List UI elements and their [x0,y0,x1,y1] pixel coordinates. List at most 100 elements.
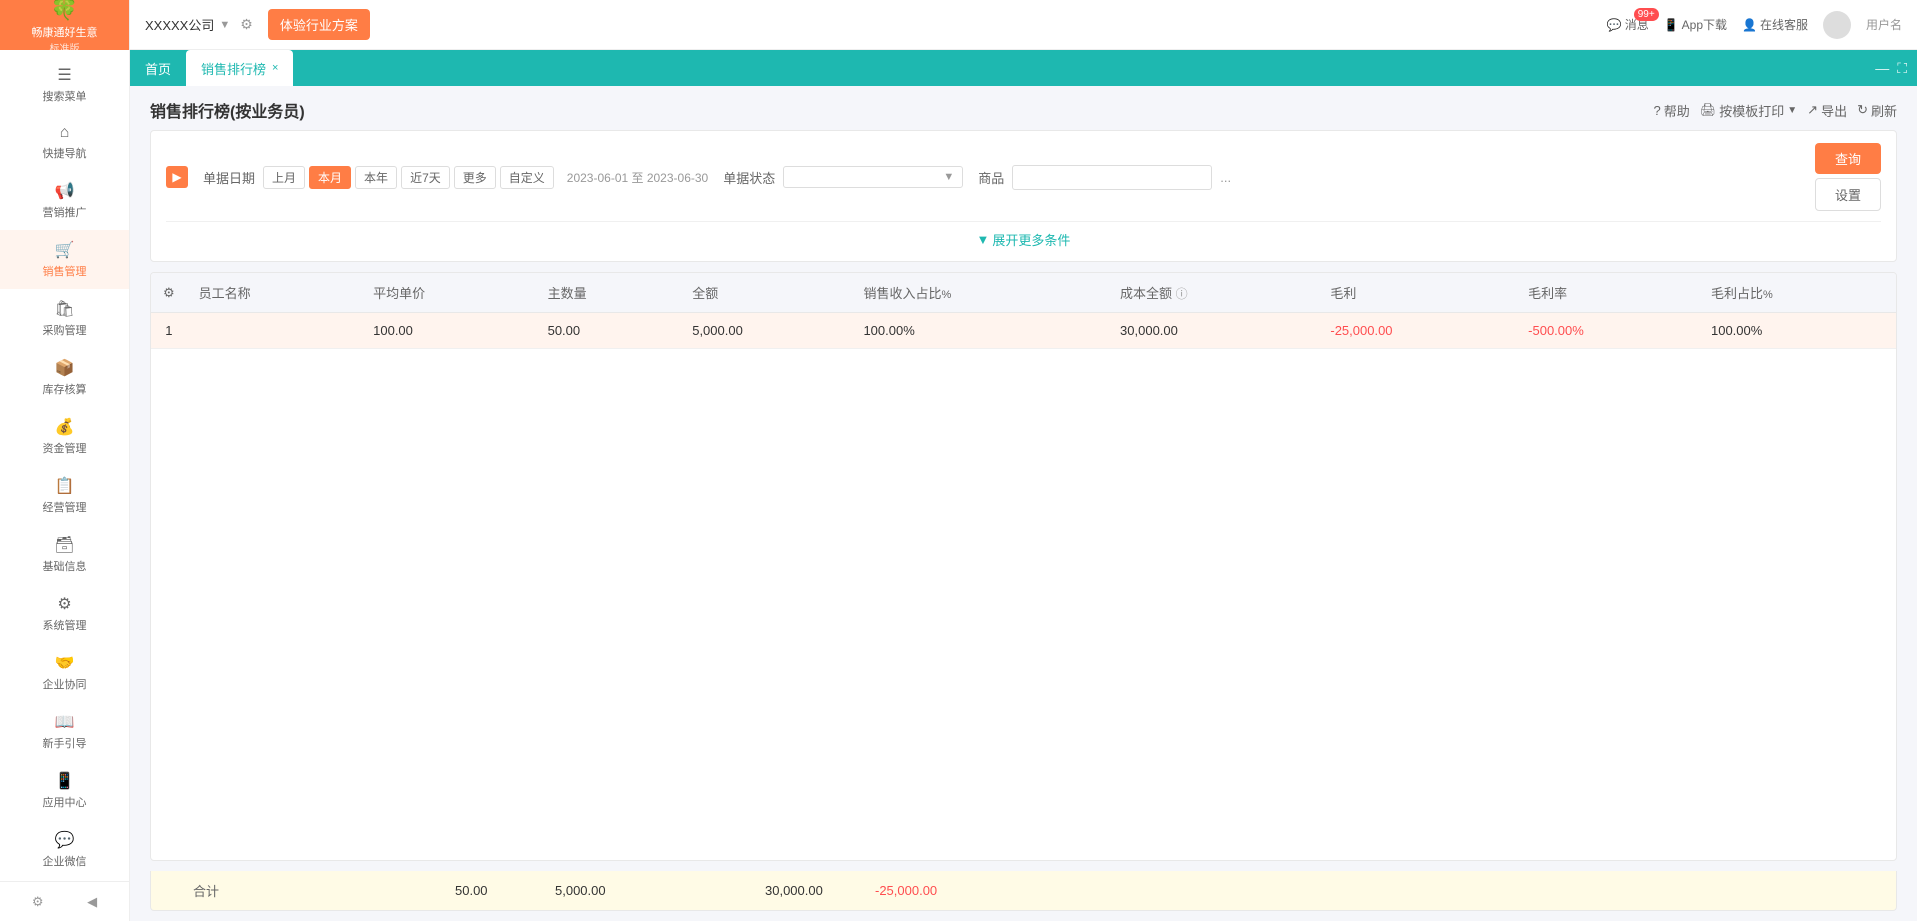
footer-sales-pct [643,883,753,898]
sidebar-item-label: 快捷导航 [43,145,87,161]
sidebar-item-label: 资金管理 [43,440,87,456]
sidebar-item-finance[interactable]: 💰 资金管理 [0,407,129,466]
app-logo: 🍀 畅康通好生意 标准版 [0,0,129,50]
sidebar-item-label: 库存核算 [43,381,87,397]
sidebar-item-search-order[interactable]: ☰ 搜索菜单 [0,55,129,114]
system-icon: ⚙ [57,594,71,614]
goods-input[interactable] [1012,165,1212,190]
footer-values: 50.00 5,000.00 30,000.00 -25,000.00 [323,883,973,898]
td-sales-pct: 100.00% [851,313,1108,349]
sidebar-item-app-center[interactable]: 📱 应用中心 [0,761,129,820]
date-btn-custom[interactable]: 自定义 [500,166,554,189]
td-total-amount: 5,000.00 [680,313,851,349]
online-service-btn[interactable]: 👤 在线客服 [1742,16,1808,33]
app-title: 畅康通好生意 [32,24,98,40]
company-name[interactable]: XXXXX公司 [145,15,214,34]
date-btn-more[interactable]: 更多 [454,166,496,189]
tab-sales-rank[interactable]: 销售排行榜 × [186,50,293,86]
expand-conditions-btn[interactable]: ▼ 展开更多条件 [977,230,1071,249]
date-btn-last-month[interactable]: 上月 [263,166,305,189]
template-print-btn[interactable]: 🖨 按模板打印 ▼ [1700,101,1797,120]
td-emp-name [187,313,361,349]
filter-bar: ▶ 单据日期 上月 本月 本年 近7天 更多 自定义 2023-06-01 至 … [150,130,1897,262]
sidebar-item-label: 营销推广 [43,204,87,220]
export-btn[interactable]: ↗ 导出 [1807,101,1847,120]
main-content: 销售排行榜(按业务员) ? 帮助 🖨 按模板打印 ▼ ↗ 导出 ↻ 刷新 [130,86,1917,921]
sidebar-item-label: 企业微信 [43,853,87,869]
sidebar-nav: ☰ 搜索菜单 ⌂ 快捷导航 📢 营销推广 🛒 销售管理 🛍 采购管理 📦 库存核… [0,50,129,881]
sidebar-item-guide[interactable]: 📖 新手引导 [0,702,129,761]
topbar-right: 💬 消息 99+ 📱 App下载 👤 在线客服 用户名 [1607,11,1902,39]
date-btn-this-year[interactable]: 本年 [355,166,397,189]
sidebar-item-marketing[interactable]: 📢 营销推广 [0,171,129,230]
date-label: 单据日期 [203,168,255,187]
message-btn[interactable]: 💬 消息 99+ [1607,16,1649,33]
doc-status-filter: 单据状态 ▼ [723,166,963,188]
wechat-icon: 💬 [55,830,75,850]
more-fields-btn[interactable]: ... [1220,170,1231,185]
page-title: 销售排行榜(按业务员) [150,98,305,122]
date-btn-7days[interactable]: 近7天 [401,166,450,189]
company-selector[interactable]: XXXXX公司 ▼ [145,15,230,34]
message-icon: 💬 [1607,18,1622,32]
sidebar-item-label: 基础信息 [43,558,87,574]
app-center-icon: 📱 [55,771,75,791]
query-settings-group: 查询 设置 [1815,143,1881,211]
refresh-btn[interactable]: ↻ 刷新 [1857,101,1897,120]
avatar[interactable] [1823,11,1851,39]
sidebar-item-label: 应用中心 [43,794,87,810]
tab-home[interactable]: 首页 [130,50,186,86]
trial-btn[interactable]: 体验行业方案 [268,9,370,40]
refresh-icon: ↻ [1857,102,1868,118]
sidebar-item-enterprise-collab[interactable]: 🤝 企业协同 [0,643,129,702]
sidebar-item-sales[interactable]: 🛒 销售管理 [0,230,129,289]
th-avg-price: 平均单价 [361,273,535,313]
app-download-btn[interactable]: 📱 App下载 [1664,16,1727,33]
topbar: XXXXX公司 ▼ ⚙ 体验行业方案 💬 消息 99+ 📱 App下载 👤 在线… [130,0,1917,50]
sidebar-item-quick-nav[interactable]: ⌂ 快捷导航 [0,114,129,171]
maximize-icon[interactable]: ⛶ [1897,60,1907,77]
th-main-qty: 主数量 [536,273,681,313]
settings-btn[interactable]: 设置 [1815,178,1881,211]
table-header-row: ⚙ 员工名称 平均单价 主数量 全额 销售收入占比% 成本全额 ⓘ 毛利 毛利率… [151,273,1896,313]
td-gross-pct: 100.00% [1699,313,1896,349]
company-dropdown-icon[interactable]: ▼ [219,19,230,31]
th-settings: ⚙ [151,273,187,313]
sidebar-item-wechat[interactable]: 💬 企业微信 [0,820,129,879]
minimize-icon[interactable]: — [1875,60,1889,76]
query-btn[interactable]: 查询 [1815,143,1881,174]
sidebar-item-system[interactable]: ⚙ 系统管理 [0,584,129,643]
sidebar-collapse-icon[interactable]: ◀ [87,894,97,910]
td-gross: -25,000.00 [1318,313,1516,349]
online-service-label: 在线客服 [1760,16,1808,33]
tab-close-icon[interactable]: × [272,62,278,74]
sidebar-settings-icon[interactable]: ⚙ [32,894,44,910]
sidebar-item-label: 系统管理 [43,617,87,633]
footer-avg-price [323,883,443,898]
doc-status-select[interactable]: ▼ [783,166,963,188]
filter-row-1: ▶ 单据日期 上月 本月 本年 近7天 更多 自定义 2023-06-01 至 … [166,143,1881,211]
th-sales-pct: 销售收入占比% [851,273,1108,313]
th-emp-name: 员工名称 [187,273,361,313]
message-badge: 99+ [1634,8,1659,21]
sidebar-item-operation[interactable]: 📋 经营管理 [0,466,129,525]
purchase-icon: 🛍 [54,299,74,319]
sidebar-item-purchase[interactable]: 🛍 采购管理 [0,289,129,348]
sidebar-item-basic-info[interactable]: 🗃 基础信息 [0,525,129,584]
td-main-qty: 50.00 [536,313,681,349]
td-rank: 1 [151,313,187,349]
help-btn[interactable]: ? 帮助 [1653,101,1689,120]
footer-total-amount: 5,000.00 [543,883,643,898]
tab-sales-rank-label: 销售排行榜 [201,59,266,78]
finance-icon: 💰 [55,417,75,437]
refresh-label: 刷新 [1871,101,1897,120]
th-total-amount: 全额 [680,273,851,313]
th-cost-amount: 成本全额 ⓘ [1108,273,1318,313]
print-dropdown-icon: ▼ [1787,105,1797,116]
date-btn-this-month[interactable]: 本月 [309,166,351,189]
topbar-settings-icon[interactable]: ⚙ [240,16,253,33]
sidebar-item-inventory[interactable]: 📦 库存核算 [0,348,129,407]
filter-toggle-btn[interactable]: ▶ [166,166,188,188]
print-icon: 🖨 [1700,102,1717,118]
marketing-icon: 📢 [55,181,75,201]
